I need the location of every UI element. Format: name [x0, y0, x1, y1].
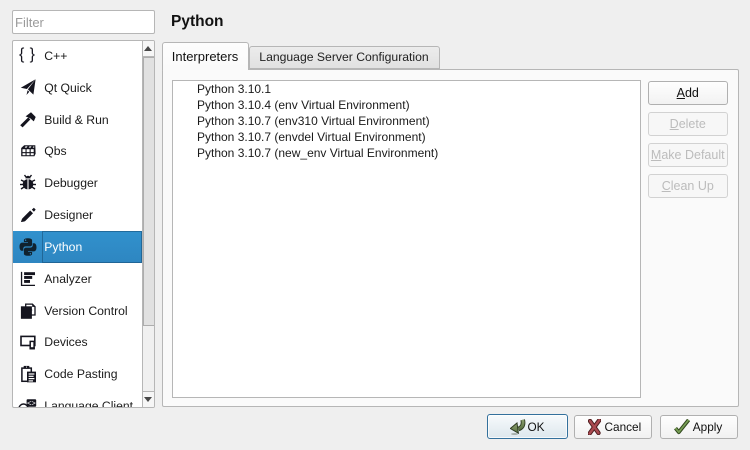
svg-text:<>: <> — [27, 398, 36, 407]
